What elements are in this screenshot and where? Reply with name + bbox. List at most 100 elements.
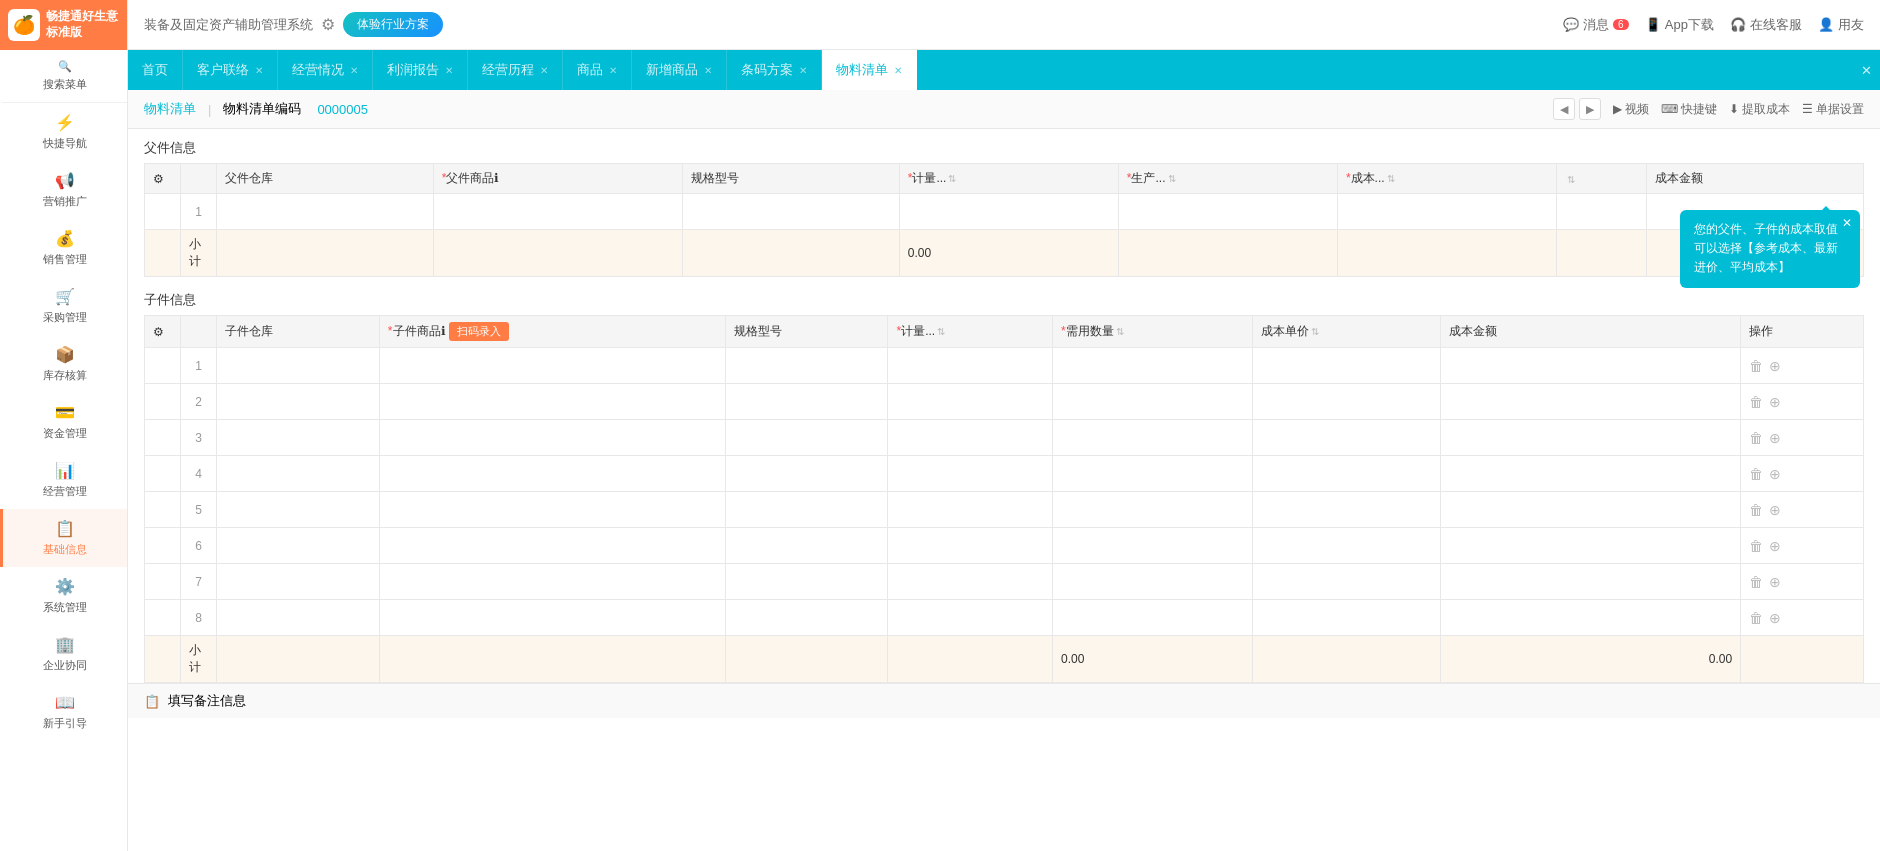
online-service-button[interactable]: 🎧 在线客服 (1730, 16, 1802, 34)
child-row-4-qty-needed[interactable] (1053, 456, 1253, 492)
parent-row-1-spec[interactable] (682, 194, 899, 230)
child-row-4-warehouse[interactable] (217, 456, 380, 492)
tab-close-product[interactable]: ✕ (609, 65, 617, 76)
nav-prev[interactable]: ◀ (1553, 98, 1575, 120)
sidebar-item-sales[interactable]: 💰 销售管理 (0, 219, 127, 277)
try-button[interactable]: 体验行业方案 (343, 12, 443, 37)
child-row-4-qty[interactable] (888, 456, 1053, 492)
child-row-3-copy-icon[interactable]: ⊕ (1769, 430, 1781, 446)
child-row-2-delete-icon[interactable]: 🗑 (1749, 394, 1763, 410)
extract-cost-action[interactable]: ⬇ 提取成本 (1729, 101, 1790, 118)
child-row-7-product[interactable] (379, 564, 725, 600)
scan-input-button[interactable]: 扫码录入 (449, 322, 509, 341)
tab-product[interactable]: 商品 ✕ (563, 50, 632, 90)
tab-profit[interactable]: 利润报告 ✕ (373, 50, 468, 90)
sidebar-search[interactable]: 🔍 搜索菜单 (0, 50, 127, 103)
child-row-2-warehouse[interactable] (217, 384, 380, 420)
tab-close-bom[interactable]: ✕ (894, 65, 902, 76)
child-row-8-product[interactable] (379, 600, 725, 636)
child-row-2-qty-needed[interactable] (1053, 384, 1253, 420)
tab-close-barcode[interactable]: ✕ (799, 65, 807, 76)
sidebar-item-purchase[interactable]: 🛒 采购管理 (0, 277, 127, 335)
child-row-6-delete-icon[interactable]: 🗑 (1749, 538, 1763, 554)
child-row-5-qty[interactable] (888, 492, 1053, 528)
tab-close-new-product[interactable]: ✕ (704, 65, 712, 76)
tab-bom[interactable]: 物料清单 ✕ (822, 50, 917, 90)
child-row-7-delete-icon[interactable]: 🗑 (1749, 574, 1763, 590)
parent-row-1-product[interactable] (433, 194, 682, 230)
child-row-6-qty-needed[interactable] (1053, 528, 1253, 564)
child-row-6-warehouse[interactable] (217, 528, 380, 564)
tab-history[interactable]: 经营历程 ✕ (468, 50, 563, 90)
child-row-1-cost-unit[interactable] (1252, 348, 1440, 384)
child-row-4-cost-unit[interactable] (1252, 456, 1440, 492)
child-row-4-delete-icon[interactable]: 🗑 (1749, 466, 1763, 482)
nav-next[interactable]: ▶ (1579, 98, 1601, 120)
child-row-1-spec[interactable] (725, 348, 888, 384)
view-action[interactable]: ▶ 视频 (1613, 101, 1649, 118)
child-row-4-product[interactable] (379, 456, 725, 492)
child-row-8-spec[interactable] (725, 600, 888, 636)
child-row-8-qty-needed[interactable] (1053, 600, 1253, 636)
sidebar-item-enterprise[interactable]: 🏢 企业协同 (0, 625, 127, 683)
tab-global-close[interactable]: ✕ (1853, 63, 1880, 78)
child-row-5-copy-icon[interactable]: ⊕ (1769, 502, 1781, 518)
child-row-1-qty-needed[interactable] (1053, 348, 1253, 384)
child-row-6-spec[interactable] (725, 528, 888, 564)
child-row-2-qty[interactable] (888, 384, 1053, 420)
child-row-1-qty[interactable] (888, 348, 1053, 384)
child-row-6-qty[interactable] (888, 528, 1053, 564)
child-row-3-cost-unit[interactable] (1252, 420, 1440, 456)
child-row-2-cost-unit[interactable] (1252, 384, 1440, 420)
parent-col-settings[interactable]: ⚙ (145, 164, 181, 194)
tab-home[interactable]: 首页 (128, 50, 183, 90)
topbar-settings-icon[interactable]: ⚙ (321, 15, 335, 34)
breadcrumb-bom[interactable]: 物料清单 (144, 100, 196, 118)
tab-customer[interactable]: 客户联络 ✕ (183, 50, 278, 90)
child-row-8-delete-icon[interactable]: 🗑 (1749, 610, 1763, 626)
parent-row-1-warehouse[interactable] (217, 194, 434, 230)
parent-row-1-production[interactable] (1118, 194, 1337, 230)
child-row-2-product[interactable] (379, 384, 725, 420)
user-menu[interactable]: 👤 用友 (1818, 16, 1864, 34)
child-row-3-qty-needed[interactable] (1053, 420, 1253, 456)
child-row-4-spec[interactable] (725, 456, 888, 492)
tab-close-profit[interactable]: ✕ (445, 65, 453, 76)
child-row-3-warehouse[interactable] (217, 420, 380, 456)
child-row-3-qty[interactable] (888, 420, 1053, 456)
child-row-3-product[interactable] (379, 420, 725, 456)
child-col-settings[interactable]: ⚙ (145, 316, 181, 348)
child-row-7-cost-unit[interactable] (1252, 564, 1440, 600)
child-row-1-copy-icon[interactable]: ⊕ (1769, 358, 1781, 374)
child-row-8-warehouse[interactable] (217, 600, 380, 636)
child-row-5-spec[interactable] (725, 492, 888, 528)
sidebar-item-guide[interactable]: 📖 新手引导 (0, 683, 127, 741)
sidebar-item-system[interactable]: ⚙️ 系统管理 (0, 567, 127, 625)
parent-row-1-qty[interactable] (899, 194, 1118, 230)
child-row-6-cost-unit[interactable] (1252, 528, 1440, 564)
shortcut-action[interactable]: ⌨ 快捷键 (1661, 101, 1717, 118)
child-row-5-cost-unit[interactable] (1252, 492, 1440, 528)
tab-barcode[interactable]: 条码方案 ✕ (727, 50, 822, 90)
tab-new-product[interactable]: 新增商品 ✕ (632, 50, 727, 90)
child-row-5-qty-needed[interactable] (1053, 492, 1253, 528)
child-row-5-warehouse[interactable] (217, 492, 380, 528)
sidebar-item-basic-info[interactable]: 📋 基础信息 (0, 509, 127, 567)
child-row-5-delete-icon[interactable]: 🗑 (1749, 502, 1763, 518)
child-row-5-product[interactable] (379, 492, 725, 528)
sidebar-item-marketing[interactable]: 📢 营销推广 (0, 161, 127, 219)
single-settings-action[interactable]: ☰ 单据设置 (1802, 101, 1864, 118)
child-row-7-qty-needed[interactable] (1053, 564, 1253, 600)
sidebar-item-inventory[interactable]: 📦 库存核算 (0, 335, 127, 393)
child-row-3-delete-icon[interactable]: 🗑 (1749, 430, 1763, 446)
child-row-8-copy-icon[interactable]: ⊕ (1769, 610, 1781, 626)
child-row-6-product[interactable] (379, 528, 725, 564)
child-row-7-warehouse[interactable] (217, 564, 380, 600)
child-row-7-spec[interactable] (725, 564, 888, 600)
tab-close-history[interactable]: ✕ (540, 65, 548, 76)
message-button[interactable]: 💬 消息 6 (1563, 16, 1629, 34)
child-row-7-copy-icon[interactable]: ⊕ (1769, 574, 1781, 590)
app-download-button[interactable]: 📱 App下载 (1645, 16, 1714, 34)
child-row-1-delete-icon[interactable]: 🗑 (1749, 358, 1763, 374)
tab-close-customer[interactable]: ✕ (255, 65, 263, 76)
